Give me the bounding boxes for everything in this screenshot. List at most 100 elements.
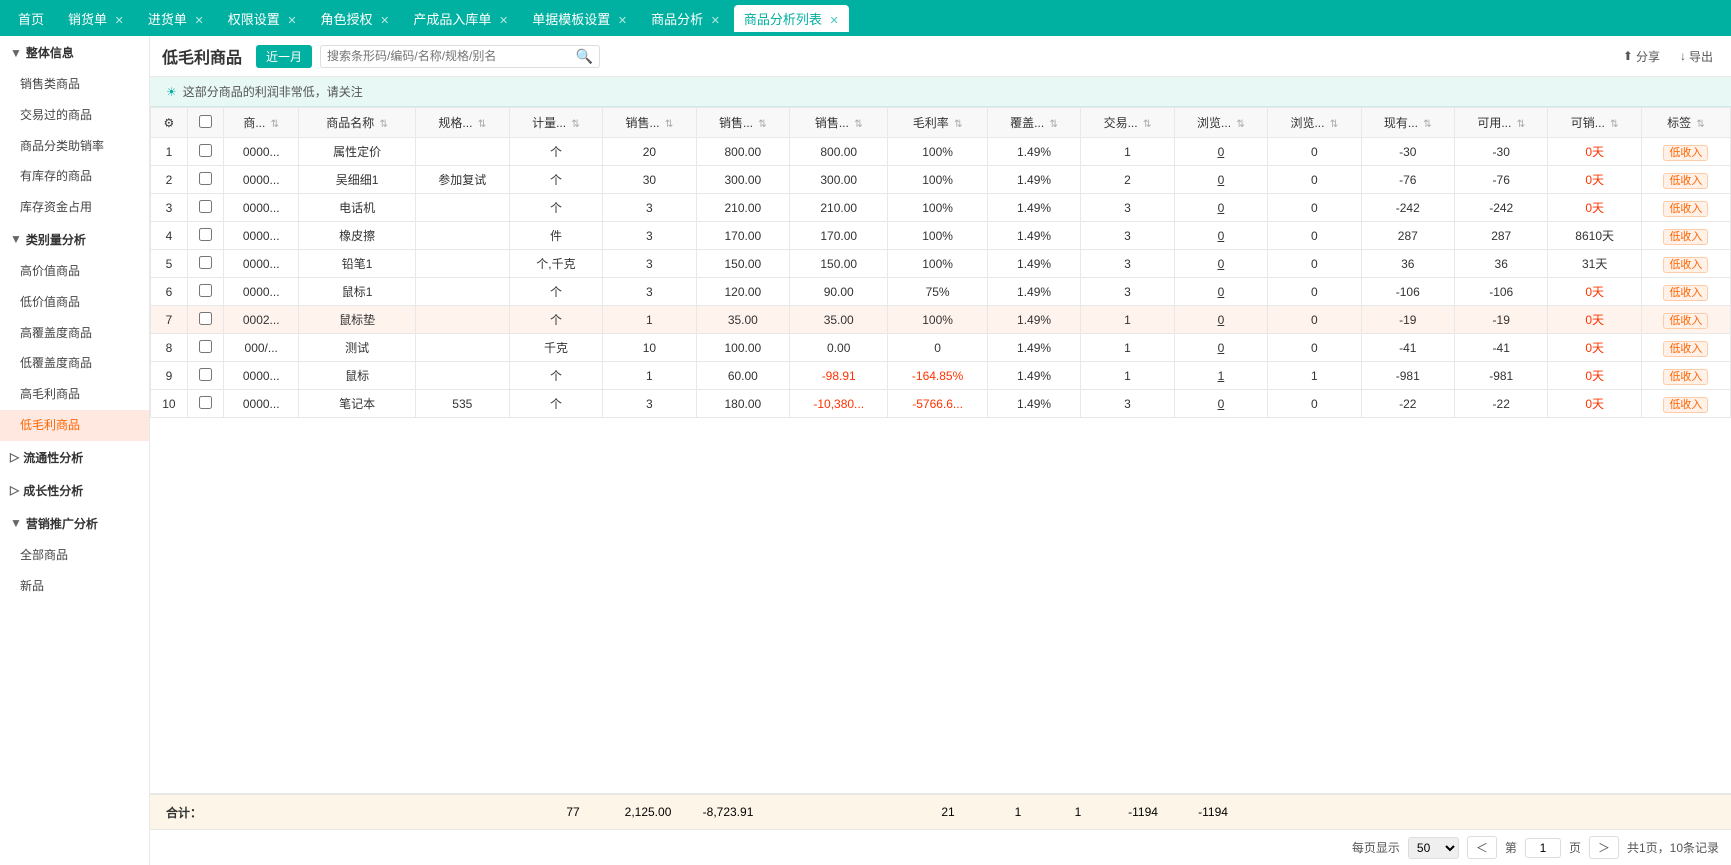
row-view1[interactable]: 0 <box>1174 138 1267 166</box>
close-icon[interactable]: ✕ <box>380 15 389 27</box>
row-check[interactable] <box>199 228 212 241</box>
close-icon[interactable]: ✕ <box>711 15 720 27</box>
row-checkbox[interactable] <box>187 166 223 194</box>
nav-item-product-analysis[interactable]: 商品分析 ✕ <box>641 5 730 32</box>
col-sale-profit[interactable]: 销售... ⇅ <box>790 108 888 138</box>
row-view1[interactable]: 0 <box>1174 334 1267 362</box>
row-view1[interactable]: 0 <box>1174 390 1267 418</box>
sidebar-item-stock-capital[interactable]: 库存资金占用 <box>0 192 149 223</box>
sidebar-item-traded-products[interactable]: 交易过的商品 <box>0 100 149 131</box>
prev-page-button[interactable]: ＜ <box>1467 836 1497 859</box>
nav-item-product-entry[interactable]: 产成品入库单 ✕ <box>403 5 518 32</box>
share-button[interactable]: ⬆ 分享 <box>1617 45 1666 68</box>
row-unit: 个 <box>509 362 602 390</box>
close-icon[interactable]: ✕ <box>830 15 839 27</box>
col-gross-margin[interactable]: 毛利率 ⇅ <box>888 108 987 138</box>
sidebar-group-growth[interactable]: ▷ 成长性分析 <box>0 474 149 507</box>
sidebar-group-overall[interactable]: ▼ 整体信息 <box>0 36 149 69</box>
row-check[interactable] <box>199 340 212 353</box>
row-view1[interactable]: 1 <box>1174 362 1267 390</box>
next-page-button[interactable]: ＞ <box>1589 836 1619 859</box>
row-check[interactable] <box>199 256 212 269</box>
sidebar-item-in-stock[interactable]: 有库存的商品 <box>0 161 149 192</box>
sidebar-item-high-coverage[interactable]: 高覆盖度商品 <box>0 318 149 349</box>
sidebar-group-class-analysis[interactable]: ▼ 类别量分析 <box>0 223 149 256</box>
select-all-checkbox[interactable] <box>199 115 212 128</box>
row-gross-margin: 0 <box>888 334 987 362</box>
col-coverage[interactable]: 覆盖... ⇅ <box>987 108 1080 138</box>
sidebar-item-sales-products[interactable]: 销售类商品 <box>0 69 149 100</box>
nav-item-template[interactable]: 单据模板设置 ✕ <box>522 5 637 32</box>
nav-item-product-analysis-list[interactable]: 商品分析列表 ✕ <box>734 5 849 32</box>
nav-item-purchase[interactable]: 进货单 ✕ <box>138 5 214 32</box>
sidebar-item-category-rate[interactable]: 商品分类助销率 <box>0 131 149 162</box>
col-sellable[interactable]: 可销... ⇅ <box>1548 108 1641 138</box>
sidebar-group-marketing[interactable]: ▼ 营销推广分析 <box>0 507 149 540</box>
row-check[interactable] <box>199 144 212 157</box>
col-code[interactable]: 商... ⇅ <box>224 108 299 138</box>
col-sale-amount[interactable]: 销售... ⇅ <box>696 108 789 138</box>
period-button[interactable]: 近一月 <box>256 45 312 68</box>
sidebar-item-all-products[interactable]: 全部商品 <box>0 540 149 571</box>
col-current-stock[interactable]: 现有... ⇅ <box>1361 108 1454 138</box>
row-check[interactable] <box>199 284 212 297</box>
row-checkbox[interactable] <box>187 194 223 222</box>
row-checkbox[interactable] <box>187 334 223 362</box>
col-settings[interactable]: ⚙ <box>151 108 188 138</box>
footer-trade-count: 21 <box>908 805 988 819</box>
row-check[interactable] <box>199 172 212 185</box>
col-tag[interactable]: 标签 ⇅ <box>1641 108 1730 138</box>
row-check[interactable] <box>199 396 212 409</box>
nav-item-home[interactable]: 首页 <box>8 5 54 32</box>
row-checkbox[interactable] <box>187 278 223 306</box>
row-checkbox[interactable] <box>187 306 223 334</box>
export-button[interactable]: ↓ 导出 <box>1674 45 1719 68</box>
page-input[interactable] <box>1525 838 1561 858</box>
col-spec[interactable]: 规格... ⇅ <box>415 108 509 138</box>
col-view1[interactable]: 浏览... ⇅ <box>1174 108 1267 138</box>
search-input[interactable] <box>327 49 576 63</box>
row-coverage: 1.49% <box>987 250 1080 278</box>
row-view1[interactable]: 0 <box>1174 278 1267 306</box>
row-name: 笔记本 <box>299 390 416 418</box>
row-view1[interactable]: 0 <box>1174 306 1267 334</box>
col-unit[interactable]: 计量... ⇅ <box>509 108 602 138</box>
sidebar-group-circulation[interactable]: ▷ 流通性分析 <box>0 441 149 474</box>
close-icon[interactable]: ✕ <box>194 15 203 27</box>
row-check[interactable] <box>199 312 212 325</box>
close-icon[interactable]: ✕ <box>618 15 627 27</box>
col-checkbox[interactable] <box>187 108 223 138</box>
row-check[interactable] <box>199 368 212 381</box>
row-checkbox[interactable] <box>187 362 223 390</box>
sidebar-item-high-margin[interactable]: 高毛利商品 <box>0 379 149 410</box>
sidebar-item-new-products[interactable]: 新品 <box>0 571 149 602</box>
nav-item-permission[interactable]: 权限设置 ✕ <box>218 5 307 32</box>
close-icon[interactable]: ✕ <box>287 15 296 27</box>
sidebar-item-high-value[interactable]: 高价值商品 <box>0 256 149 287</box>
nav-item-sales[interactable]: 销货单 ✕ <box>58 5 134 32</box>
col-view2[interactable]: 浏览... ⇅ <box>1268 108 1361 138</box>
col-name[interactable]: 商品名称 ⇅ <box>299 108 416 138</box>
row-check[interactable] <box>199 200 212 213</box>
col-sale-qty[interactable]: 销售... ⇅ <box>603 108 696 138</box>
row-checkbox[interactable] <box>187 390 223 418</box>
row-checkbox[interactable] <box>187 250 223 278</box>
row-view1[interactable]: 0 <box>1174 194 1267 222</box>
sidebar-item-low-margin[interactable]: 低毛利商品 <box>0 410 149 441</box>
col-available[interactable]: 可用... ⇅ <box>1455 108 1548 138</box>
sidebar-item-low-value[interactable]: 低价值商品 <box>0 287 149 318</box>
row-view1[interactable]: 0 <box>1174 222 1267 250</box>
nav-item-role[interactable]: 角色授权 ✕ <box>311 5 400 32</box>
row-view2: 0 <box>1268 138 1361 166</box>
row-checkbox[interactable] <box>187 138 223 166</box>
col-trade-count[interactable]: 交易... ⇅ <box>1081 108 1174 138</box>
per-page-select[interactable]: 50 20 100 <box>1408 837 1459 859</box>
row-view1[interactable]: 0 <box>1174 250 1267 278</box>
row-checkbox[interactable] <box>187 222 223 250</box>
row-trade-count: 1 <box>1081 306 1174 334</box>
row-code: 0002... <box>224 306 299 334</box>
row-view1[interactable]: 0 <box>1174 166 1267 194</box>
sidebar-item-low-coverage[interactable]: 低覆盖度商品 <box>0 348 149 379</box>
close-icon[interactable]: ✕ <box>115 15 124 27</box>
close-icon[interactable]: ✕ <box>499 15 508 27</box>
